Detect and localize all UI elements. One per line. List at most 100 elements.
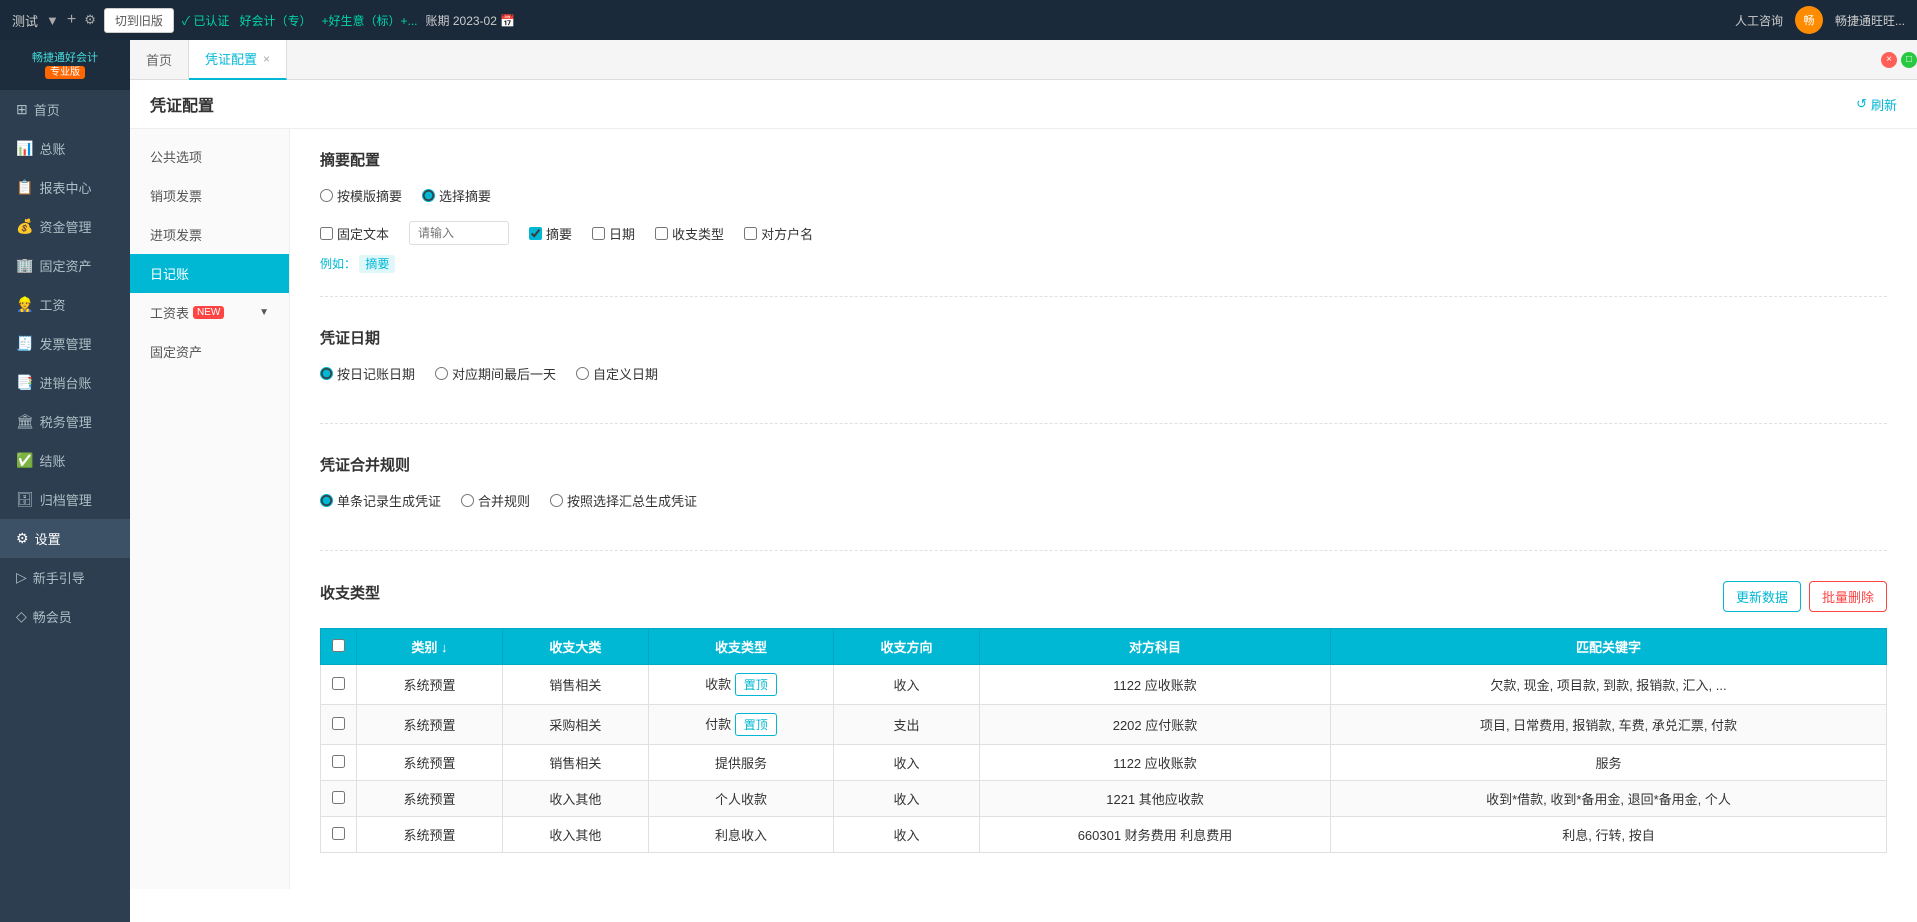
top-tag-button-0[interactable]: 置顶 [735,673,777,696]
td-big-type-3: 收入其他 [502,781,648,817]
merge-rule-radio-merge[interactable]: 合并规则 [461,491,530,510]
sidebar-item-tax[interactable]: 🏛 税务管理 [0,402,130,441]
voucher-date-radio-custom[interactable]: 自定义日期 [576,364,658,383]
sidebar-item-member[interactable]: ◇ 畅会员 [0,597,130,636]
inner-nav-fixed-assets[interactable]: 固定资产 [130,332,289,371]
sidebar-item-home[interactable]: ⊞ 首页 [0,90,130,129]
td-check-3[interactable] [321,781,357,817]
sidebar-item-closing[interactable]: ✅ 结账 [0,441,130,480]
summary-check-counterpart[interactable]: 对方户名 [744,224,813,243]
close-window-button[interactable]: × [1881,52,1897,68]
table-row: 系统预置 采购相关 付款 置顶 支出 2202 应付账款 项目, 日 [321,705,1887,745]
table-row: 系统预置 收入其他 利息收入 收入 660301 财务费用 利息费用 利息, 行… [321,817,1887,853]
archive-icon: 🗄 [16,491,34,508]
td-check-4[interactable] [321,817,357,853]
example-highlight: 摘要 [359,255,395,273]
sidebar-item-settings[interactable]: ⚙ 设置 [0,519,130,558]
consult-label[interactable]: 人工咨询 [1735,12,1783,29]
sidebar-item-purchase-sales[interactable]: 📑 进销台账 [0,363,130,402]
voucher-date-radio-last[interactable]: 对应期间最后一天 [435,364,556,383]
inner-nav-public-label: 公共选项 [150,147,202,166]
summary-check-abstract[interactable]: 摘要 [529,224,572,243]
update-data-button[interactable]: 更新数据 [1723,581,1801,612]
td-big-type-2: 销售相关 [502,745,648,781]
voucher-date-radio-diary[interactable]: 按日记账日期 [320,364,415,383]
td-check-1[interactable] [321,705,357,745]
summary-radio-template[interactable]: 按模版摘要 [320,186,402,205]
calendar-icon[interactable]: 📅 [500,14,515,28]
inner-nav-payroll[interactable]: 工资表 NEW ▼ [130,293,289,332]
page-header: 凭证配置 ↺ 刷新 [130,80,1917,129]
td-direction-1: 支出 [834,705,980,745]
top-bar: 测试 ▼ + ⚙ 切到旧版 ✓ 已认证 好会计（专） +好生意（标）+... 账… [0,0,1917,40]
summary-radio-select[interactable]: 选择摘要 [422,186,491,205]
gear-icon[interactable]: ⚙ [84,12,96,28]
td-account-4: 660301 财务费用 利息费用 [979,817,1330,853]
td-type-4: 利息收入 [648,817,833,853]
content-wrapper: 首页 凭证配置 × × □ 凭证配置 ↺ [130,40,1917,922]
top-tag-button-1[interactable]: 置顶 [735,713,777,736]
sidebar-item-salary[interactable]: 👷 工资 [0,285,130,324]
sidebar-label-invoice: 发票管理 [39,334,91,353]
table-row: 系统预置 收入其他 个人收款 收入 1221 其他应收款 收到*借款, 收到*备… [321,781,1887,817]
summary-check-date[interactable]: 日期 [592,224,635,243]
new-badge: NEW [193,306,224,319]
sidebar-item-general-ledger[interactable]: 📊 总账 [0,129,130,168]
certified-label: ✓ 已认证 [182,14,230,28]
td-category-0: 系统预置 [357,665,503,705]
close-tab-icon[interactable]: × [263,52,270,66]
sidebar-item-invoice[interactable]: 🧾 发票管理 [0,324,130,363]
sidebar-label-settings: 设置 [35,529,61,548]
td-keywords-2: 服务 [1331,745,1887,781]
inner-nav-diary[interactable]: 日记账 [130,254,289,293]
td-category-2: 系统预置 [357,745,503,781]
summary-check-fixed[interactable]: 固定文本 [320,224,389,243]
batch-delete-button[interactable]: 批量删除 [1809,581,1887,612]
fixed-text-input[interactable] [409,221,509,245]
th-check[interactable] [321,629,357,665]
fixed-assets-icon: 🏢 [16,257,33,274]
switch-version-button[interactable]: 切到旧版 [104,8,174,33]
chevron-down-icon[interactable]: ▼ [46,13,59,28]
td-account-0: 1122 应收账款 [979,665,1330,705]
main-area: 畅捷通好会计专业版 ⊞ 首页 📊 总账 📋 报表中心 💰 资金管理 🏢 固定资产 [0,40,1917,922]
ledger-icon: 📊 [16,140,33,157]
sidebar-item-reports[interactable]: 📋 报表中心 [0,168,130,207]
member-icon: ◇ [16,608,27,625]
period-tag: 账期 2023-02 📅 [426,12,516,29]
add-icon[interactable]: + [67,11,76,29]
td-check-2[interactable] [321,745,357,781]
inner-nav-sales-invoice[interactable]: 销项发票 [130,176,289,215]
inner-nav-purchase-invoice[interactable]: 进项发票 [130,215,289,254]
refresh-button[interactable]: ↺ 刷新 [1856,95,1897,114]
tab-voucher-config[interactable]: 凭证配置 × [189,40,287,80]
tab-home-label: 首页 [146,50,172,69]
th-category: 类别 ↓ [357,629,503,665]
inner-nav-public[interactable]: 公共选项 [130,137,289,176]
sidebar: 畅捷通好会计专业版 ⊞ 首页 📊 总账 📋 报表中心 💰 资金管理 🏢 固定资产 [0,40,130,922]
merge-rule-radio-single[interactable]: 单条记录生成凭证 [320,491,441,510]
td-category-4: 系统预置 [357,817,503,853]
sidebar-item-archive[interactable]: 🗄 归档管理 [0,480,130,519]
page-title: 凭证配置 [150,92,214,116]
cash-type-table: 类别 ↓ 收支大类 收支类型 收支方向 对方科目 匹配关键字 [320,628,1887,853]
certified-tag: ✓ 已认证 好会计（专） +好生意（标）+... [182,12,418,29]
cash-type-title: 收支类型 [320,582,380,603]
sidebar-label-archive: 归档管理 [40,490,92,509]
tab-home[interactable]: 首页 [130,40,189,80]
merge-rule-radio-summary[interactable]: 按照选择汇总生成凭证 [550,491,697,510]
td-direction-3: 收入 [834,781,980,817]
good1-label: 好会计（专） [239,14,311,28]
sidebar-item-funds[interactable]: 💰 资金管理 [0,207,130,246]
select-all-checkbox[interactable] [332,639,345,652]
summary-check-cash-type[interactable]: 收支类型 [655,224,724,243]
sidebar-item-guide[interactable]: ▷ 新手引导 [0,558,130,597]
top-bar-left: 测试 ▼ + ⚙ 切到旧版 ✓ 已认证 好会计（专） +好生意（标）+... 账… [12,8,1727,33]
inner-layout: 公共选项 销项发票 进项发票 日记账 工资表 NEW [130,129,1917,889]
td-account-3: 1221 其他应收款 [979,781,1330,817]
maximize-window-button[interactable]: □ [1901,52,1917,68]
top-bar-right: 人工咨询 畅 畅捷通旺旺... [1735,6,1905,34]
td-check-0[interactable] [321,665,357,705]
td-big-type-1: 采购相关 [502,705,648,745]
sidebar-item-fixed-assets[interactable]: 🏢 固定资产 [0,246,130,285]
